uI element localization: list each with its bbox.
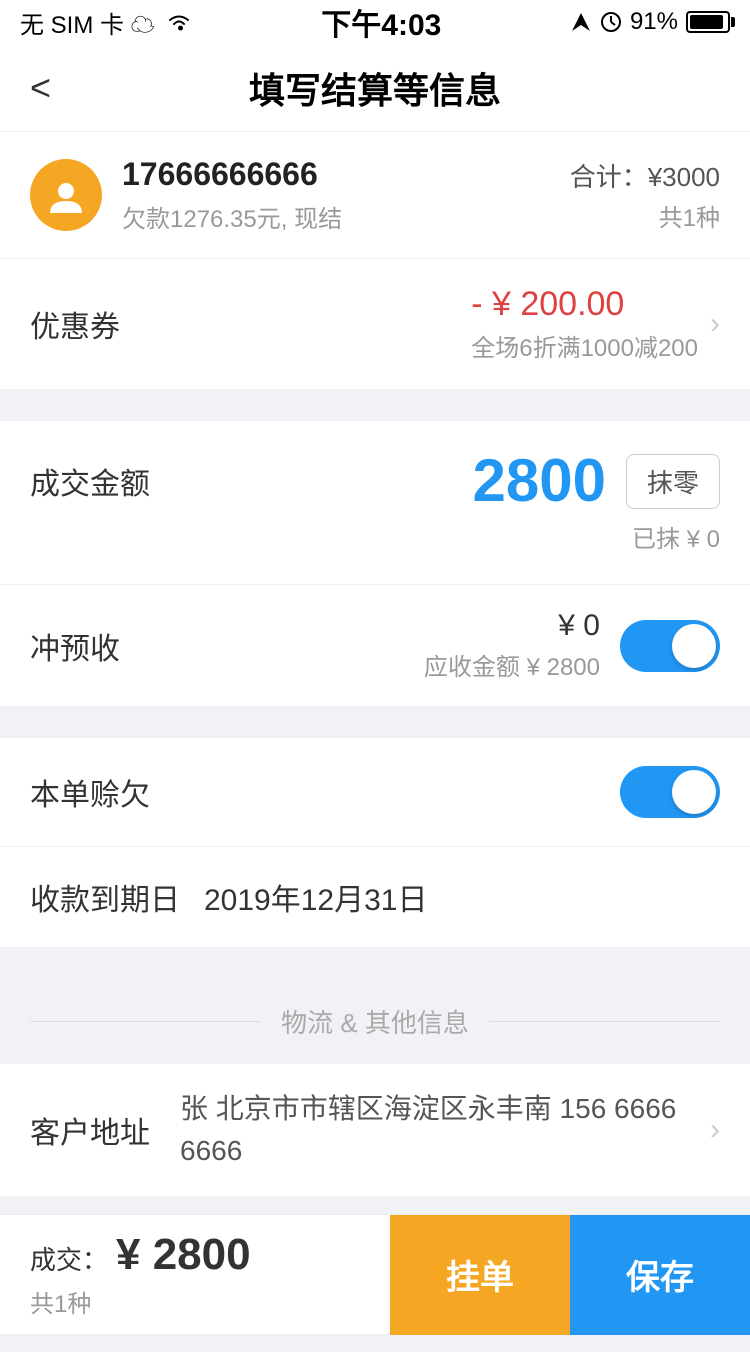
deal-amount-sub: 已抹 ¥ 0 (30, 519, 720, 554)
pending-button[interactable]: 挂单 (390, 1215, 570, 1335)
separator-3 (0, 963, 750, 979)
due-date-value: 2019年12月31日 (204, 875, 427, 919)
coupon-discount: - ¥ 200.00 (471, 285, 698, 324)
coupon-right: - ¥ 200.00 全场6折满1000减200 › (471, 285, 720, 363)
total-label: 合计：¥3000 (570, 157, 720, 194)
footer-info: 成交： ¥ 2800 共1种 (0, 1230, 390, 1319)
customer-left: 17666666666 欠款1276.35元, 现结 (30, 156, 342, 234)
customer-right: 合计：¥3000 共1种 (570, 157, 720, 233)
footer-deal-amount: ¥ 2800 (116, 1230, 251, 1280)
address-label: 客户地址 (30, 1108, 150, 1152)
prereceive-right: ¥ 0 应收金额 ¥ 2800 (424, 609, 720, 682)
nav-bar: < 填写结算等信息 (0, 44, 750, 132)
debt-toggle[interactable] (620, 766, 720, 818)
coupon-label: 优惠券 (30, 302, 120, 346)
customer-info: 17666666666 欠款1276.35元, 现结 (122, 156, 342, 234)
amount-card: 成交金额 2800 抹零 已抹 ¥ 0 冲预收 ¥ 0 应收金额 ¥ 2800 (0, 421, 750, 706)
address-row[interactable]: 客户地址 张 北京市市辖区海淀区永丰南 156 6666 6666 › (0, 1064, 750, 1196)
section-divider: 物流 & 其他信息 (0, 979, 750, 1064)
customer-debt: 欠款1276.35元, 现结 (122, 199, 342, 234)
status-bar-right: 91% (570, 8, 730, 36)
page-title: 填写结算等信息 (249, 62, 501, 114)
toggle-knob (672, 624, 716, 668)
separator-2 (0, 722, 750, 738)
battery-icon (686, 11, 730, 33)
prereceive-toggle[interactable] (620, 620, 720, 672)
status-bar: 无 SIM 卡 ☁ 下午4:03 91% (0, 0, 750, 44)
back-button[interactable]: < (30, 67, 90, 109)
sim-label: 无 SIM 卡 ☁ (20, 5, 155, 40)
debt-label: 本单赊欠 (30, 770, 150, 814)
status-bar-left: 无 SIM 卡 ☁ (20, 5, 193, 40)
prereceive-amount-group: ¥ 0 应收金额 ¥ 2800 (424, 609, 600, 682)
customer-card: 17666666666 欠款1276.35元, 现结 合计：¥3000 共1种 … (0, 132, 750, 389)
due-row: 收款到期日 2019年12月31日 (0, 846, 750, 947)
coupon-chevron-icon: › (710, 307, 720, 341)
amount-section: 成交金额 2800 抹零 已抹 ¥ 0 (0, 421, 750, 584)
address-card: 客户地址 张 北京市市辖区海淀区永丰南 156 6666 6666 › (0, 1064, 750, 1196)
separator-1 (0, 405, 750, 421)
wifi-icon (165, 12, 193, 32)
address-value: 张 北京市市辖区海淀区永丰南 156 6666 6666 (180, 1088, 710, 1172)
prereceive-row: 冲预收 ¥ 0 应收金额 ¥ 2800 (0, 584, 750, 706)
location-icon (570, 11, 592, 33)
footer: 成交： ¥ 2800 共1种 挂单 保存 (0, 1214, 750, 1334)
clock-icon (600, 11, 622, 33)
coupon-desc: 全场6折满1000减200 (471, 328, 698, 363)
debt-card: 本单赊欠 收款到期日 2019年12月31日 (0, 738, 750, 947)
deal-amount-value: 2800 (473, 451, 606, 511)
footer-count: 共1种 (30, 1284, 360, 1319)
customer-phone: 17666666666 (122, 156, 342, 193)
debt-toggle-knob (672, 770, 716, 814)
prereceive-sub: 应收金额 ¥ 2800 (424, 647, 600, 682)
avatar (30, 159, 102, 231)
debt-row: 本单赊欠 (0, 738, 750, 846)
due-label: 收款到期日 (30, 875, 180, 919)
footer-total-row: 成交： ¥ 2800 (30, 1230, 360, 1280)
customer-row: 17666666666 欠款1276.35元, 现结 合计：¥3000 共1种 (0, 132, 750, 258)
address-chevron-icon: › (710, 1113, 720, 1147)
coupon-row[interactable]: 优惠券 - ¥ 200.00 全场6折满1000减200 › (0, 258, 750, 389)
amount-row: 成交金额 2800 抹零 (30, 451, 720, 511)
battery-percent: 91% (630, 8, 678, 36)
prereceive-label: 冲预收 (30, 624, 120, 668)
save-button[interactable]: 保存 (570, 1215, 750, 1335)
section-divider-text: 物流 & 其他信息 (261, 1003, 489, 1040)
deal-amount-label: 成交金额 (30, 459, 150, 503)
prereceive-value: ¥ 0 (424, 609, 600, 643)
footer-deal-label: 成交： (30, 1240, 108, 1277)
status-time: 下午4:03 (321, 0, 441, 44)
total-count: 共1种 (570, 198, 720, 233)
round-button[interactable]: 抹零 (626, 454, 720, 509)
amount-value-group: 2800 抹零 (473, 451, 721, 511)
avatar-icon (46, 175, 86, 215)
